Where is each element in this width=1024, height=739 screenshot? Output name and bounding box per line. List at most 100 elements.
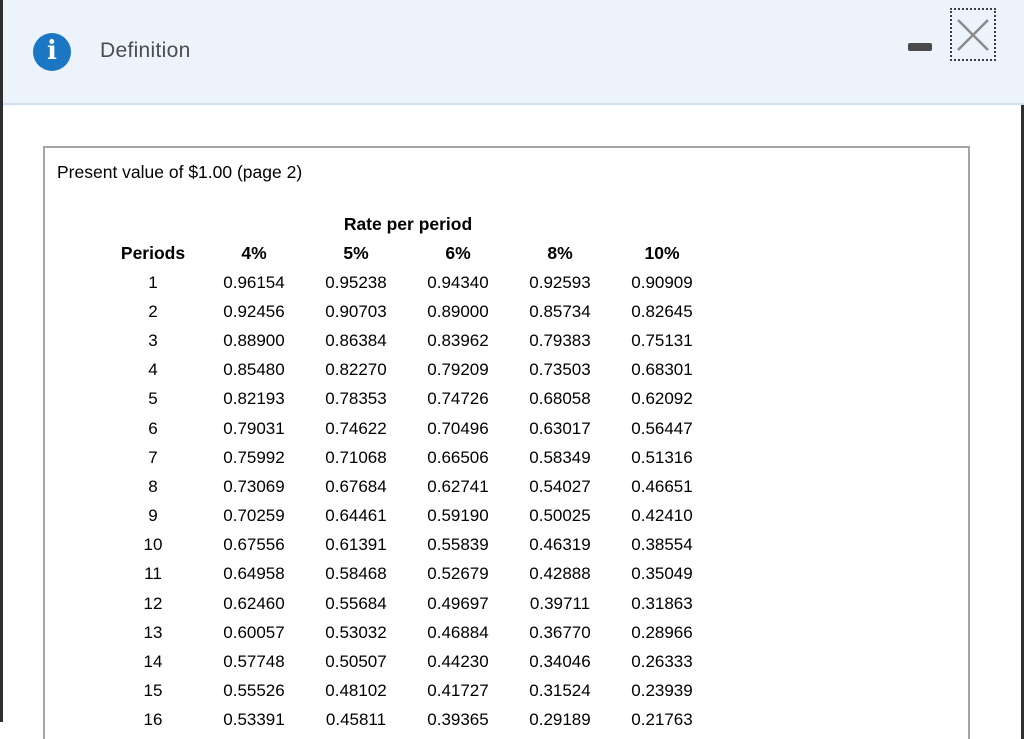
table-caption: Rate per period <box>343 214 473 234</box>
pv-factor-cell: 0.74726 <box>427 389 489 409</box>
pv-factor-cell: 0.82193 <box>223 389 285 409</box>
pv-factor-cell: 0.55684 <box>325 593 387 613</box>
pv-factor-cell: 0.34046 <box>529 652 591 672</box>
table-row: 7 0.75992 0.71068 0.66506 0.58349 0.51316 <box>103 443 713 472</box>
table-caption-row: Rate per period <box>103 210 713 239</box>
pv-factor-cell: 0.31863 <box>631 593 693 613</box>
pv-factor-cell: 0.83962 <box>427 330 489 350</box>
pv-factor-cell: 0.36770 <box>529 622 591 642</box>
pv-factor-cell: 0.42410 <box>631 506 693 526</box>
pv-factor-cell: 0.64461 <box>325 506 387 526</box>
period-cell: 1 <box>148 272 158 292</box>
table-row: 6 0.79031 0.74622 0.70496 0.63017 0.56447 <box>103 414 713 443</box>
pv-factor-cell: 0.89000 <box>427 301 489 321</box>
table-row: 13 0.60057 0.53032 0.46884 0.36770 0.28966 <box>103 618 713 647</box>
pv-factor-cell: 0.38554 <box>631 535 693 555</box>
pv-factor-cell: 0.53391 <box>223 710 285 730</box>
pv-factor-cell: 0.66506 <box>427 447 489 467</box>
period-cell: 13 <box>143 622 163 642</box>
period-cell: 2 <box>148 301 158 321</box>
column-header-8pct: 8% <box>547 243 573 263</box>
window-title: Definition <box>100 39 191 62</box>
pv-factor-cell: 0.56447 <box>631 418 693 438</box>
pv-factor-cell: 0.55839 <box>427 535 489 555</box>
period-cell: 6 <box>148 418 158 438</box>
pv-factor-cell: 0.61391 <box>325 535 387 555</box>
table-row: 16 0.53391 0.45811 0.39365 0.29189 0.21763 <box>103 706 713 735</box>
pv-factor-cell: 0.49697 <box>427 593 489 613</box>
table-row: 5 0.82193 0.78353 0.74726 0.68058 0.62092 <box>103 385 713 414</box>
pv-factor-cell: 0.26333 <box>631 652 693 672</box>
pv-factor-cell: 0.73503 <box>529 360 591 380</box>
table-row: 4 0.85480 0.82270 0.79209 0.73503 0.68301 <box>103 356 713 385</box>
column-header-4pct: 4% <box>241 243 267 263</box>
pv-factor-cell: 0.96154 <box>223 272 285 292</box>
present-value-table: Rate per period Periods 4% 5% 6% 8% 10% 1 0.96… <box>103 210 713 735</box>
period-cell: 15 <box>143 681 163 701</box>
pv-factor-cell: 0.39711 <box>529 593 591 613</box>
pv-factor-cell: 0.28966 <box>631 622 693 642</box>
pv-factor-cell: 0.86384 <box>325 330 387 350</box>
pv-factor-cell: 0.45811 <box>325 710 387 730</box>
pv-factor-cell: 0.79383 <box>529 330 591 350</box>
pv-factor-cell: 0.75131 <box>631 330 693 350</box>
table-row: 15 0.55526 0.48102 0.41727 0.31524 0.23939 <box>103 677 713 706</box>
pv-factor-cell: 0.54027 <box>529 476 591 496</box>
table-row: 9 0.70259 0.64461 0.59190 0.50025 0.42410 <box>103 502 713 531</box>
pv-factor-cell: 0.64958 <box>223 564 285 584</box>
table-row: 10 0.67556 0.61391 0.55839 0.46319 0.38554 <box>103 531 713 560</box>
pv-factor-cell: 0.90909 <box>631 272 693 292</box>
pv-factor-cell: 0.88900 <box>223 330 285 350</box>
pv-factor-cell: 0.85480 <box>223 360 285 380</box>
pv-factor-cell: 0.73069 <box>223 476 285 496</box>
period-cell: 7 <box>148 447 158 467</box>
column-header-10pct: 10% <box>644 243 680 263</box>
pv-factor-cell: 0.79209 <box>427 360 489 380</box>
pv-factor-cell: 0.62460 <box>223 593 285 613</box>
pv-factor-cell: 0.67556 <box>223 535 285 555</box>
pv-factor-cell: 0.50025 <box>529 506 591 526</box>
close-button[interactable] <box>950 8 996 61</box>
column-header-periods: Periods <box>120 243 186 263</box>
pv-factor-cell: 0.41727 <box>427 681 489 701</box>
pv-factor-cell: 0.62741 <box>427 476 489 496</box>
pv-factor-cell: 0.48102 <box>325 681 387 701</box>
period-cell: 10 <box>143 535 163 555</box>
pv-factor-cell: 0.58468 <box>325 564 387 584</box>
pv-factor-cell: 0.68301 <box>631 360 693 380</box>
pv-factor-cell: 0.75992 <box>223 447 285 467</box>
pv-factor-cell: 0.23939 <box>631 681 693 701</box>
pv-factor-cell: 0.57748 <box>223 652 285 672</box>
pv-factor-cell: 0.42888 <box>529 564 591 584</box>
period-cell: 12 <box>143 593 163 613</box>
minimize-button[interactable] <box>908 43 932 51</box>
screen-edge-left <box>0 0 3 722</box>
period-cell: 16 <box>143 710 163 730</box>
period-cell: 8 <box>148 476 158 496</box>
info-icon: i <box>33 33 71 71</box>
period-cell: 11 <box>144 564 162 584</box>
table-row: 2 0.92456 0.90703 0.89000 0.85734 0.82645 <box>103 297 713 326</box>
period-cell: 9 <box>148 506 158 526</box>
pv-factor-cell: 0.82645 <box>631 301 693 321</box>
pv-factor-cell: 0.51316 <box>631 447 693 467</box>
close-icon <box>957 19 989 51</box>
pv-factor-cell: 0.46319 <box>529 535 591 555</box>
pv-factor-cell: 0.53032 <box>325 622 387 642</box>
pv-factor-cell: 0.44230 <box>427 652 489 672</box>
pv-factor-cell: 0.82270 <box>325 360 387 380</box>
pv-factor-cell: 0.92456 <box>223 301 285 321</box>
table-header-row: Periods 4% 5% 6% 8% 10% <box>103 239 713 268</box>
pv-factor-cell: 0.62092 <box>631 389 693 409</box>
column-header-6pct: 6% <box>445 243 471 263</box>
pv-factor-cell: 0.29189 <box>529 710 591 730</box>
table-row: 11 0.64958 0.58468 0.52679 0.42888 0.35049 <box>103 560 713 589</box>
pv-factor-cell: 0.55526 <box>223 681 285 701</box>
pv-factor-cell: 0.52679 <box>427 564 489 584</box>
pv-factor-cell: 0.71068 <box>325 447 387 467</box>
pv-factor-cell: 0.92593 <box>529 272 591 292</box>
panel-title: Present value of $1.00 (page 2) <box>57 162 303 182</box>
pv-factor-cell: 0.78353 <box>325 389 387 409</box>
table-row: 3 0.88900 0.86384 0.83962 0.79383 0.75131 <box>103 326 713 355</box>
pv-factor-cell: 0.46884 <box>427 622 489 642</box>
